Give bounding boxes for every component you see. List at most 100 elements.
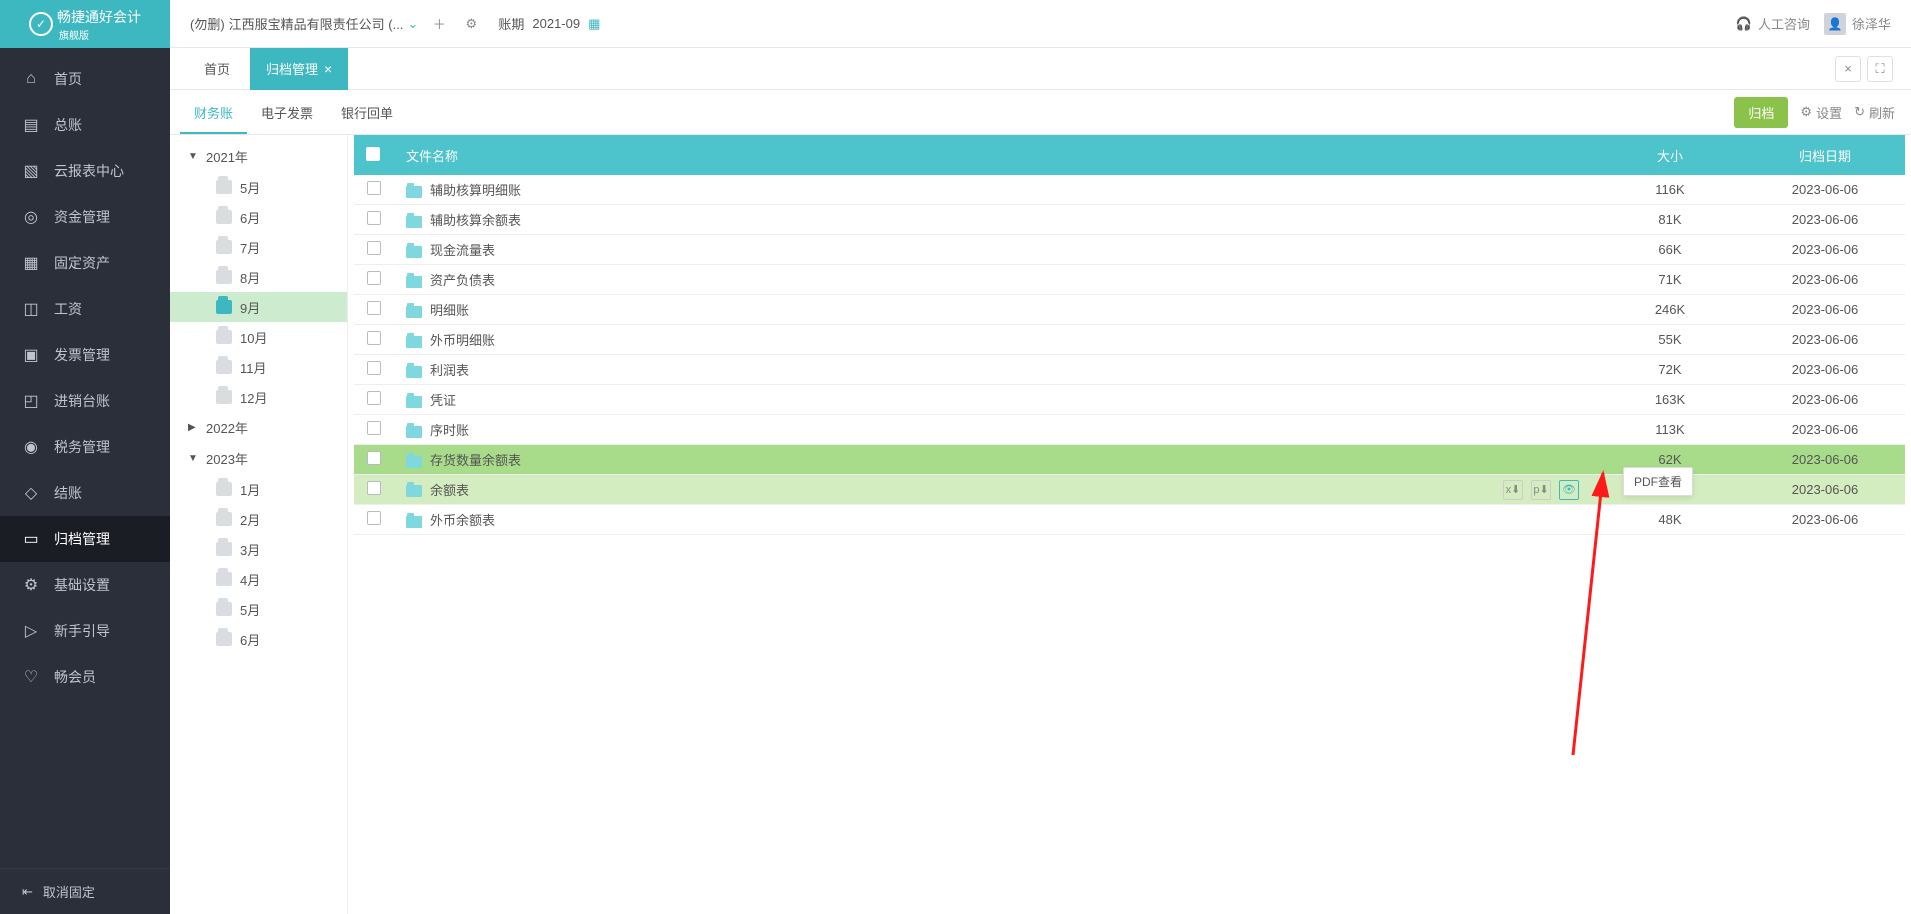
tree-month[interactable]: 6月	[170, 624, 347, 654]
nav-close[interactable]: ◇结账	[0, 470, 170, 516]
tree-month[interactable]: 3月	[170, 534, 347, 564]
support-link[interactable]: 🎧 人工咨询	[1736, 14, 1810, 33]
tab-home[interactable]: 首页	[188, 48, 246, 90]
calendar-icon[interactable]: ▦	[588, 16, 600, 32]
add-button[interactable]: ＋	[428, 13, 450, 35]
row-checkbox[interactable]	[367, 391, 381, 405]
tree-month[interactable]: 6月	[170, 202, 347, 232]
excel-download-icon[interactable]: x⬇	[1503, 480, 1523, 500]
nav-ledger[interactable]: ▤总账	[0, 102, 170, 148]
config-button[interactable]: ⚙	[460, 13, 482, 35]
table-row[interactable]: 凭证163K2023-06-06	[354, 385, 1905, 415]
row-checkbox[interactable]	[367, 511, 381, 525]
file-name: 凭证	[430, 393, 456, 408]
nav-home[interactable]: ⌂首页	[0, 56, 170, 102]
brand-edition: 旗舰版	[59, 27, 141, 42]
folder-icon	[406, 276, 422, 288]
tree-month[interactable]: 10月	[170, 322, 347, 352]
settings-link[interactable]: ⚙设置	[1800, 103, 1842, 122]
nav-member[interactable]: ♡畅会员	[0, 654, 170, 700]
tree-month[interactable]: 11月	[170, 352, 347, 382]
table-row[interactable]: 资产负债表71K2023-06-06	[354, 265, 1905, 295]
nav-invoice[interactable]: ▣发票管理	[0, 332, 170, 378]
file-name: 序时账	[430, 423, 469, 438]
nav-tax[interactable]: ◉税务管理	[0, 424, 170, 470]
subtab-finance[interactable]: 财务账	[180, 93, 247, 134]
pdf-download-icon[interactable]: p⬇	[1531, 480, 1551, 500]
tree-month[interactable]: 2月	[170, 504, 347, 534]
table-row[interactable]: 外币明细账55K2023-06-06	[354, 325, 1905, 355]
subtab-einvoice[interactable]: 电子发票	[247, 93, 327, 134]
nav-reports[interactable]: ▧云报表中心	[0, 148, 170, 194]
company-selector[interactable]: (勿删) 江西服宝精品有限责任公司 (... ⌄	[190, 14, 418, 33]
nav-archive[interactable]: ▭归档管理	[0, 516, 170, 562]
main: (勿删) 江西服宝精品有限责任公司 (... ⌄ ＋ ⚙ 账期 2021-09 …	[170, 0, 1911, 914]
tree-month[interactable]: 4月	[170, 564, 347, 594]
tree-month-active[interactable]: 9月	[170, 292, 347, 322]
row-checkbox[interactable]	[367, 181, 381, 195]
row-checkbox[interactable]	[367, 211, 381, 225]
user-menu[interactable]: 👤 徐泽华	[1824, 13, 1891, 35]
table-row[interactable]: 利润表72K2023-06-06	[354, 355, 1905, 385]
table-row[interactable]: 存货数量余额表62K2023-06-06	[354, 445, 1905, 475]
subtab-bank[interactable]: 银行回单	[327, 93, 407, 134]
tree-month[interactable]: 7月	[170, 232, 347, 262]
row-checkbox[interactable]	[367, 331, 381, 345]
file-name: 利润表	[430, 363, 469, 378]
tree-year-2022[interactable]: ▶2022年	[170, 412, 347, 443]
heart-icon: ♡	[22, 668, 40, 686]
unpin-icon: ⇤	[22, 884, 33, 900]
tab-archive[interactable]: 归档管理 ×	[250, 48, 348, 90]
tree-month[interactable]: 8月	[170, 262, 347, 292]
tree-month[interactable]: 5月	[170, 172, 347, 202]
nav-assets[interactable]: ▦固定资产	[0, 240, 170, 286]
nav-settings[interactable]: ⚙基础设置	[0, 562, 170, 608]
row-checkbox[interactable]	[367, 241, 381, 255]
tree-month[interactable]: 5月	[170, 594, 347, 624]
refresh-link[interactable]: ↻刷新	[1854, 103, 1895, 122]
avatar-icon: 👤	[1824, 13, 1846, 35]
headset-icon: 🎧	[1736, 16, 1752, 32]
row-checkbox[interactable]	[367, 271, 381, 285]
tree-month[interactable]: 12月	[170, 382, 347, 412]
pdf-view-icon[interactable]: 👁	[1559, 480, 1579, 500]
tree-year-2023[interactable]: ▼2023年	[170, 443, 347, 474]
row-checkbox[interactable]	[367, 481, 381, 495]
sidebar-unpin[interactable]: ⇤ 取消固定	[0, 868, 170, 914]
folder-icon	[216, 512, 232, 526]
archive-button[interactable]: 归档	[1734, 97, 1788, 128]
tab-fullscreen[interactable]: ⛶	[1867, 56, 1893, 82]
nav-salary[interactable]: ◫工资	[0, 286, 170, 332]
folder-icon	[216, 632, 232, 646]
nav-guide[interactable]: ▷新手引导	[0, 608, 170, 654]
close-icon[interactable]: ×	[324, 61, 332, 77]
row-checkbox[interactable]	[367, 361, 381, 375]
play-icon: ▷	[22, 622, 40, 640]
period-value[interactable]: 2021-09	[532, 16, 580, 31]
file-table: 文件名称 大小 归档日期 辅助核算明细账116K2023-06-06辅助核算余额…	[354, 135, 1905, 535]
row-checkbox[interactable]	[367, 451, 381, 465]
nav-funds[interactable]: ◎资金管理	[0, 194, 170, 240]
folder-icon	[406, 516, 422, 528]
row-checkbox[interactable]	[367, 301, 381, 315]
folder-icon	[406, 246, 422, 258]
folder-icon	[216, 210, 232, 224]
table-row[interactable]: 明细账246K2023-06-06	[354, 295, 1905, 325]
file-name: 资产负债表	[430, 273, 495, 288]
table-row[interactable]: 余额表x⬇p⬇👁3K2023-06-06	[354, 475, 1905, 505]
tree-year-2021[interactable]: ▼2021年	[170, 141, 347, 172]
username: 徐泽华	[1852, 14, 1891, 33]
folder-icon	[406, 336, 422, 348]
table-row[interactable]: 现金流量表66K2023-06-06	[354, 235, 1905, 265]
row-checkbox[interactable]	[367, 421, 381, 435]
nav-inout[interactable]: ◰进销台账	[0, 378, 170, 424]
tab-close-all[interactable]: ×	[1835, 56, 1861, 82]
table-row[interactable]: 外币余额表48K2023-06-06	[354, 505, 1905, 535]
select-all-checkbox[interactable]	[366, 147, 380, 161]
table-row[interactable]: 辅助核算明细账116K2023-06-06	[354, 175, 1905, 205]
table-row[interactable]: 序时账113K2023-06-06	[354, 415, 1905, 445]
file-date: 2023-06-06	[1745, 175, 1905, 205]
table-row[interactable]: 辅助核算余额表81K2023-06-06	[354, 205, 1905, 235]
inout-icon: ◰	[22, 392, 40, 410]
tree-month[interactable]: 1月	[170, 474, 347, 504]
